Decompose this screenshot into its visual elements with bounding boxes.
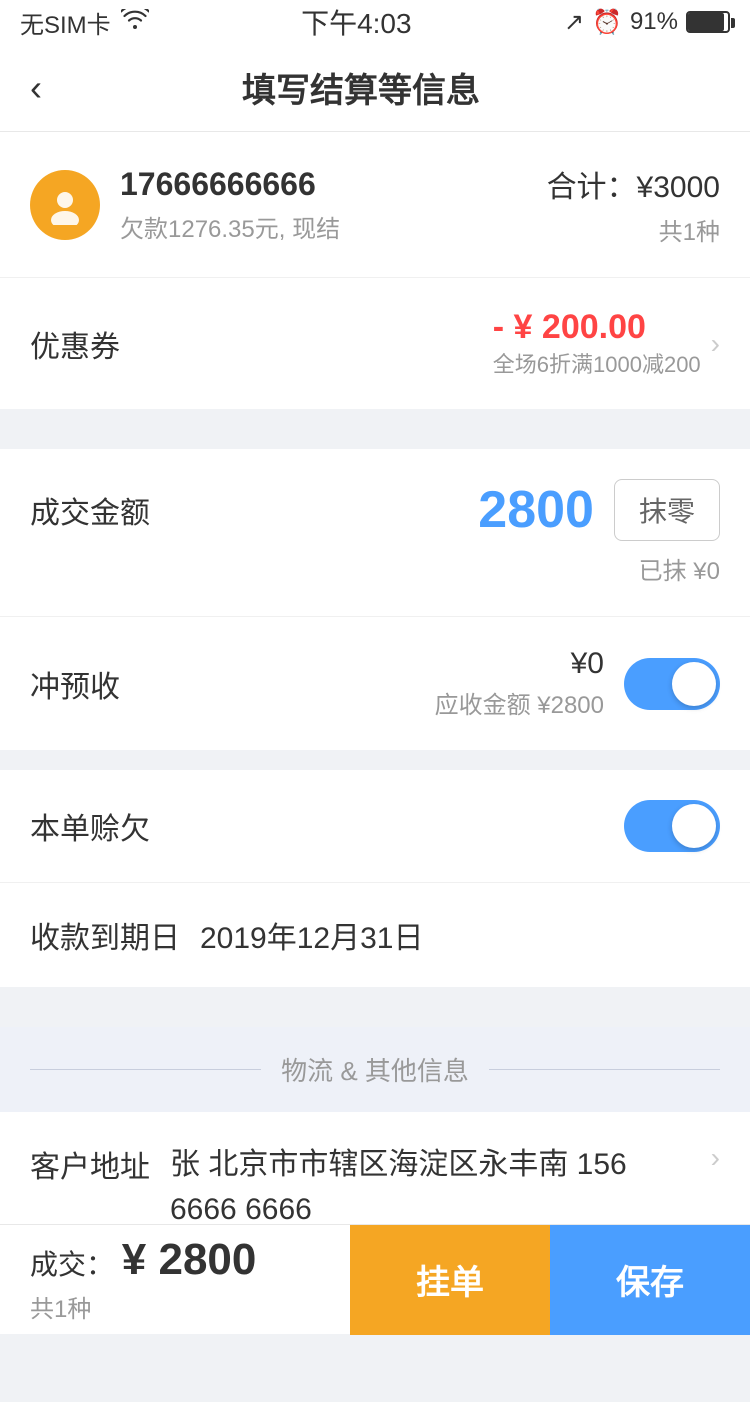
coupon-label: 优惠券 [30, 322, 120, 366]
due-date-section: 收款到期日 2019年12月31日 [0, 882, 750, 987]
hang-button[interactable]: 挂单 [350, 1225, 550, 1335]
section-divider-3 [0, 1007, 750, 1027]
footer-amount: ¥ 2800 [122, 1235, 257, 1284]
section-divider-2 [0, 750, 750, 770]
battery-fill [688, 13, 724, 31]
chevron-right-icon: › [711, 328, 720, 360]
avatar [30, 170, 100, 240]
debt-row: 本单赊欠 [0, 770, 750, 882]
due-date-row: 收款到期日 2019年12月31日 [30, 913, 720, 957]
nav-bar: ‹ 填写结算等信息 [0, 44, 750, 132]
content: 17666666666 欠款1276.35元, 现结 合计：¥3000 共1种 … [0, 132, 750, 1402]
section-divider-1 [0, 429, 750, 449]
logistics-title: 物流 & 其他信息 [281, 1051, 469, 1088]
bottom-footer: 成交： ¥ 2800 共1种 挂单 保存 [0, 1224, 750, 1334]
back-button[interactable]: ‹ [30, 57, 62, 119]
total-count: 共1种 [547, 212, 720, 247]
amount-value: 2800 [478, 480, 594, 540]
total-amount: 合计：¥3000 [547, 162, 720, 206]
coupon-right: - ¥ 200.00 全场6折满1000减200 › [493, 308, 720, 379]
status-right: ↗ ⏰ 91% [564, 8, 730, 37]
status-bar: 无SIM卡 下午4:03 ↗ ⏰ 91% [0, 0, 750, 44]
customer-total: 合计：¥3000 共1种 [547, 162, 720, 247]
amount-section: 成交金额 2800 抹零 已抹 ¥0 [0, 449, 750, 616]
customer-debt: 欠款1276.35元, 现结 [120, 209, 340, 244]
customer-details: 17666666666 欠款1276.35元, 现结 [120, 166, 340, 244]
footer-info: 成交： ¥ 2800 共1种 [0, 1235, 350, 1324]
amount-label: 成交金额 [30, 488, 150, 532]
battery-icon [686, 11, 730, 33]
location-icon: ↗ [564, 8, 584, 37]
coupon-description: 全场6折满1000减200 [493, 347, 701, 379]
wifi-icon [121, 8, 149, 36]
amount-sub: 已抹 ¥0 [30, 551, 720, 586]
customer-card: 17666666666 欠款1276.35元, 现结 合计：¥3000 共1种 … [0, 132, 750, 409]
prepay-amount: ¥0 [435, 647, 604, 681]
debt-card: 本单赊欠 收款到期日 2019年12月31日 [0, 770, 750, 987]
footer-transaction-row: 成交： ¥ 2800 [30, 1235, 320, 1285]
prepay-label: 冲预收 [30, 662, 120, 706]
coupon-discount: - ¥ 200.00 [493, 308, 701, 347]
address-value: 张 北京市市辖区海淀区永丰南 156 6666 6666 [170, 1142, 691, 1232]
address-chevron-icon: › [711, 1142, 720, 1174]
due-date-label: 收款到期日 [30, 913, 180, 957]
logistics-line-right [489, 1069, 720, 1070]
prepay-right: ¥0 应收金额 ¥2800 [435, 647, 720, 720]
debt-toggle[interactable] [624, 800, 720, 852]
address-label: 客户地址 [30, 1142, 150, 1186]
status-time: 下午4:03 [301, 2, 412, 42]
footer-count: 共1种 [30, 1289, 320, 1324]
round-button[interactable]: 抹零 [614, 479, 720, 541]
amount-row: 成交金额 2800 抹零 [30, 479, 720, 541]
prepay-amount-wrap: ¥0 应收金额 ¥2800 [435, 647, 604, 720]
prepay-row: 冲预收 ¥0 应收金额 ¥2800 [0, 616, 750, 750]
logistics-header: 物流 & 其他信息 [0, 1027, 750, 1112]
amount-right: 2800 抹零 [478, 479, 720, 541]
customer-info-row: 17666666666 欠款1276.35元, 现结 合计：¥3000 共1种 [0, 132, 750, 277]
footer-transaction-label: 成交： [30, 1249, 114, 1280]
status-left: 无SIM卡 [20, 5, 149, 40]
customer-phone: 17666666666 [120, 166, 340, 203]
prepay-receivable: 应收金额 ¥2800 [435, 685, 604, 720]
debt-label: 本单赊欠 [30, 804, 150, 848]
page-title: 填写结算等信息 [62, 63, 660, 112]
logistics-line-left [30, 1069, 261, 1070]
due-date-value: 2019年12月31日 [200, 913, 423, 957]
alarm-icon: ⏰ [592, 8, 622, 37]
carrier-label: 无SIM卡 [20, 5, 111, 40]
battery-percent: 91% [630, 8, 678, 36]
prepay-toggle[interactable] [624, 658, 720, 710]
save-button[interactable]: 保存 [550, 1225, 750, 1335]
coupon-row[interactable]: 优惠券 - ¥ 200.00 全场6折满1000减200 › [0, 277, 750, 409]
customer-left: 17666666666 欠款1276.35元, 现结 [30, 166, 340, 244]
